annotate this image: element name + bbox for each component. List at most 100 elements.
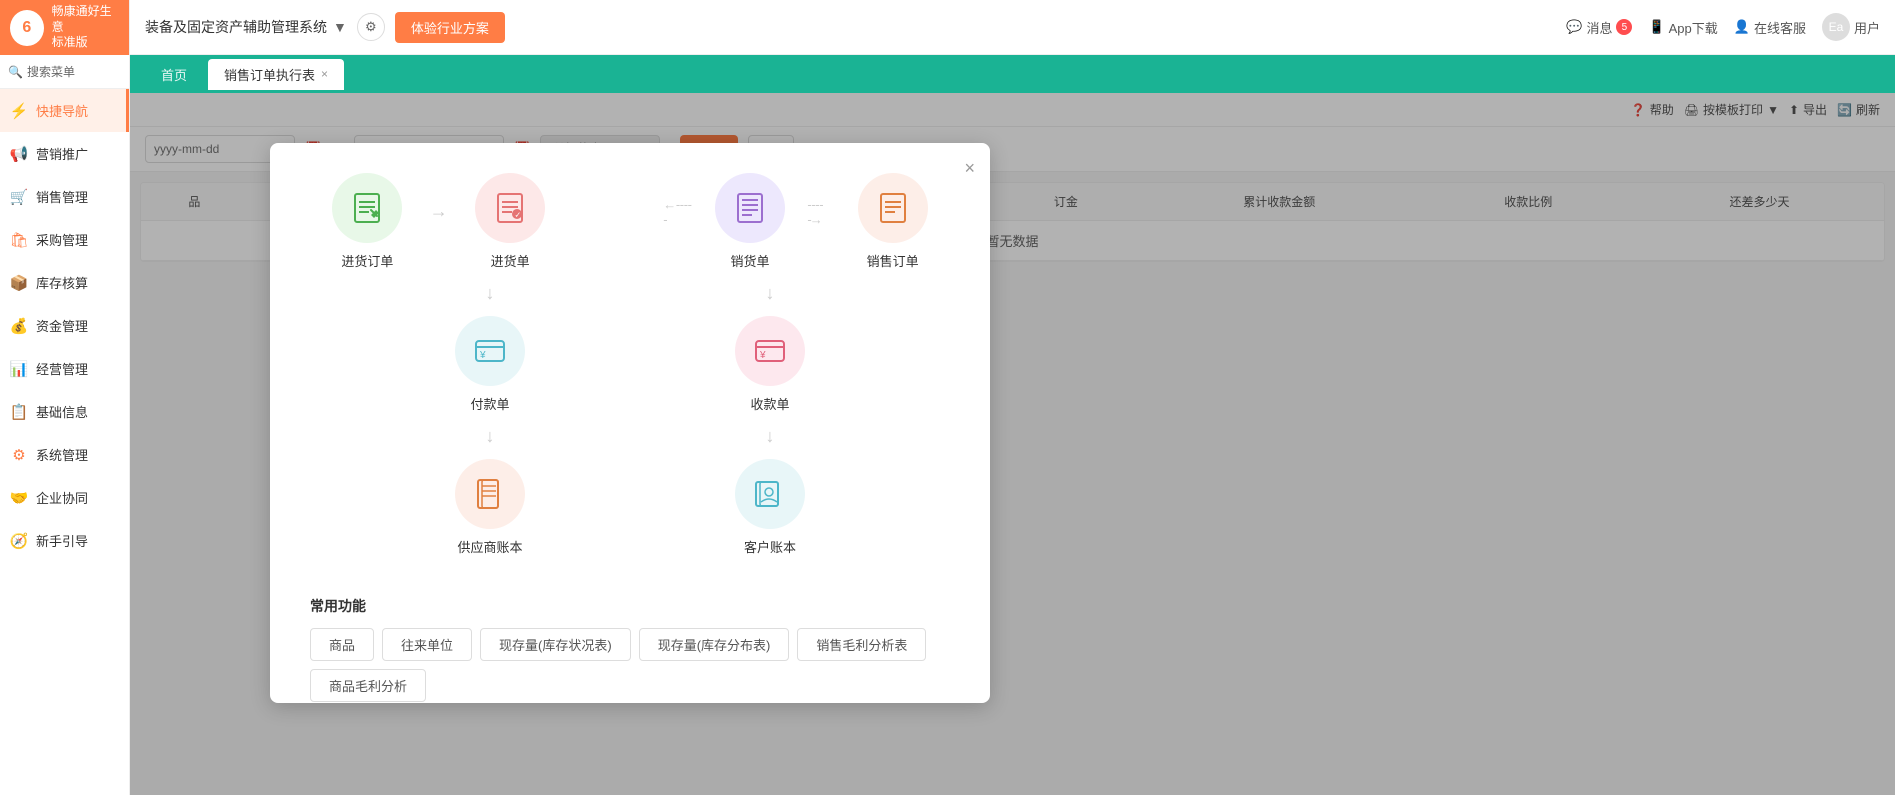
flow-row-1: 进货订单 → ✓ 进货单 — [310, 173, 950, 270]
system-title: 装备及固定资产辅助管理系统 ▼ — [145, 17, 347, 37]
payment-label: 付款单 — [470, 394, 509, 413]
flowchart-modal: × 进货订单 — [270, 143, 990, 703]
sidebar-item-operation[interactable]: 📊 经营管理 — [0, 347, 129, 390]
svg-text:¥: ¥ — [759, 350, 766, 361]
flow-row-2: ¥ 付款单 ¥ 收款单 — [430, 316, 950, 413]
sidebar-item-system[interactable]: ⚙ 系统管理 — [0, 433, 129, 476]
system-icon: ⚙ — [10, 446, 28, 464]
sale-order-circle — [858, 173, 928, 243]
purchase-order-circle — [332, 173, 402, 243]
sidebar-item-newbie[interactable]: 🧭 新手引导 — [0, 519, 129, 562]
newbie-icon: 🧭 — [10, 532, 28, 550]
sidebar-nav: ⚡ 快捷导航 📢 营销推广 🛒 销售管理 🛍 采购管理 📦 库存核算 💰 — [0, 89, 129, 795]
common-title: 常用功能 — [310, 596, 950, 616]
flow-row-arrows2: ↓ ↓ — [430, 423, 950, 449]
sidebar-item-enterprise[interactable]: 🤝 企业协同 — [0, 476, 129, 519]
basic-info-icon: 📋 — [10, 403, 28, 421]
modal-close-btn[interactable]: × — [964, 158, 975, 179]
sales-icon: 🛒 — [10, 188, 28, 206]
topbar-right: 💬 消息 5 📱 App下载 👤 在线客服 Ea 用户 — [1566, 13, 1880, 41]
flow-item-sale-bill[interactable]: 销货单 — [693, 173, 808, 270]
sidebar-item-sales[interactable]: 🛒 销售管理 — [0, 175, 129, 218]
dashed-spacer: - - - - -→ — [807, 197, 835, 247]
sidebar-item-marketing[interactable]: 📢 营销推广 — [0, 132, 129, 175]
logo-text: 畅康通好生意 标准版 — [52, 4, 119, 51]
dashed-arrow-so-to-sb: ← - - - - - — [663, 197, 692, 247]
dropdown-arrow[interactable]: ▼ — [333, 19, 347, 35]
arrow-po-to-pb: → — [430, 201, 448, 242]
enterprise-icon: 🤝 — [10, 489, 28, 507]
flow-item-purchase-bill[interactable]: ✓ 进货单 — [453, 173, 568, 270]
tab-close-btn[interactable]: × — [321, 67, 328, 81]
func-btn-product[interactable]: 商品 — [310, 628, 374, 661]
sidebar: 6 畅康通好生意 标准版 🔍 搜索菜单 ⚡ 快捷导航 📢 营销推广 🛒 销售管理 — [0, 0, 130, 795]
arrow-pay-down: ↓ — [430, 427, 550, 445]
svg-text:¥: ¥ — [479, 350, 486, 361]
func-buttons-row1: 商品 往来单位 现存量(库存状况表) 现存量(库存分布表) 销售毛利分析表 商品… — [310, 628, 950, 702]
message-badge: 5 — [1616, 19, 1632, 35]
supplier-ledger-label: 供应商账本 — [457, 537, 522, 556]
arrow-rec-down: ↓ — [710, 427, 830, 445]
receipt-circle: ¥ — [735, 316, 805, 386]
purchase-icon: 🛍 — [10, 231, 28, 249]
main-content: 装备及固定资产辅助管理系统 ▼ ⚙ 体验行业方案 💬 消息 5 📱 App下载 … — [130, 0, 1895, 795]
supplier-ledger-circle — [455, 459, 525, 529]
flow-item-sale-order[interactable]: 销售订单 — [835, 173, 950, 270]
func-btn-stock-dist[interactable]: 现存量(库存分布表) — [639, 628, 790, 661]
svg-text:✓: ✓ — [515, 211, 522, 220]
message-btn[interactable]: 💬 消息 5 — [1566, 18, 1632, 37]
flow-item-supplier-ledger[interactable]: 供应商账本 — [430, 459, 550, 556]
sale-bill-circle — [715, 173, 785, 243]
finance-icon: 💰 — [10, 317, 28, 335]
flow-row-arrows: ↓ ↓ — [430, 280, 950, 306]
sidebar-search[interactable]: 🔍 搜索菜单 — [0, 55, 129, 89]
quick-nav-icon: ⚡ — [10, 102, 28, 120]
app-icon: 📱 — [1648, 19, 1664, 35]
sidebar-item-inventory[interactable]: 📦 库存核算 — [0, 261, 129, 304]
tab-sales-order[interactable]: 销售订单执行表 × — [208, 59, 344, 90]
experience-btn[interactable]: 体验行业方案 — [395, 12, 505, 43]
func-btn-stock-status[interactable]: 现存量(库存状况表) — [480, 628, 631, 661]
sidebar-item-finance[interactable]: 💰 资金管理 — [0, 304, 129, 347]
content-area: ❓ 帮助 🖨 按模板打印 ▼ ⬆ 导出 🔄 刷新 — [130, 93, 1895, 795]
customer-ledger-label: 客户账本 — [744, 537, 796, 556]
logo-icon: 6 — [10, 10, 44, 46]
topbar: 装备及固定资产辅助管理系统 ▼ ⚙ 体验行业方案 💬 消息 5 📱 App下载 … — [130, 0, 1895, 55]
settings-gear[interactable]: ⚙ — [357, 13, 385, 41]
marketing-icon: 📢 — [10, 145, 28, 163]
func-btn-product-profit[interactable]: 商品毛利分析 — [310, 669, 426, 702]
flow-item-payment[interactable]: ¥ 付款单 — [430, 316, 550, 413]
message-icon: 💬 — [1566, 19, 1582, 35]
user-profile[interactable]: Ea 用户 — [1822, 13, 1880, 41]
operation-icon: 📊 — [10, 360, 28, 378]
payment-circle: ¥ — [455, 316, 525, 386]
flow-item-customer-ledger[interactable]: 客户账本 — [710, 459, 830, 556]
modal-overlay[interactable]: × 进货订单 — [130, 93, 1895, 795]
sidebar-item-quick-nav[interactable]: ⚡ 快捷导航 — [0, 89, 129, 132]
arrow-sb-down: ↓ — [710, 284, 830, 302]
app-download-btn[interactable]: 📱 App下载 — [1648, 18, 1717, 37]
avatar: Ea — [1822, 13, 1850, 41]
arrow-pb-down: ↓ — [430, 284, 550, 302]
purchase-order-label: 进货订单 — [341, 251, 393, 270]
customer-ledger-circle — [735, 459, 805, 529]
flow-item-purchase-order[interactable]: 进货订单 — [310, 173, 425, 270]
tabbar: 首页 销售订单执行表 × — [130, 55, 1895, 93]
purchase-bill-circle: ✓ — [475, 173, 545, 243]
flow-item-receipt[interactable]: ¥ 收款单 — [710, 316, 830, 413]
online-service-btn[interactable]: 👤 在线客服 — [1734, 18, 1806, 37]
sale-bill-label: 销货单 — [730, 251, 769, 270]
func-btn-sales-profit[interactable]: 销售毛利分析表 — [797, 628, 926, 661]
flowchart: 进货订单 → ✓ 进货单 — [270, 143, 990, 596]
sidebar-logo: 6 畅康通好生意 标准版 — [0, 0, 129, 55]
sale-order-label: 销售订单 — [867, 251, 919, 270]
flow-row-3: 供应商账本 客户账本 — [430, 459, 950, 556]
sidebar-item-purchase[interactable]: 🛍 采购管理 — [0, 218, 129, 261]
tab-home[interactable]: 首页 — [145, 59, 203, 90]
sidebar-item-basic-info[interactable]: 📋 基础信息 — [0, 390, 129, 433]
common-functions: 常用功能 商品 往来单位 现存量(库存状况表) 现存量(库存分布表) 销售毛利分… — [270, 596, 990, 703]
receipt-label: 收款单 — [750, 394, 789, 413]
search-icon: 🔍 — [8, 65, 23, 79]
purchase-bill-label: 进货单 — [491, 251, 530, 270]
func-btn-partner[interactable]: 往来单位 — [382, 628, 472, 661]
